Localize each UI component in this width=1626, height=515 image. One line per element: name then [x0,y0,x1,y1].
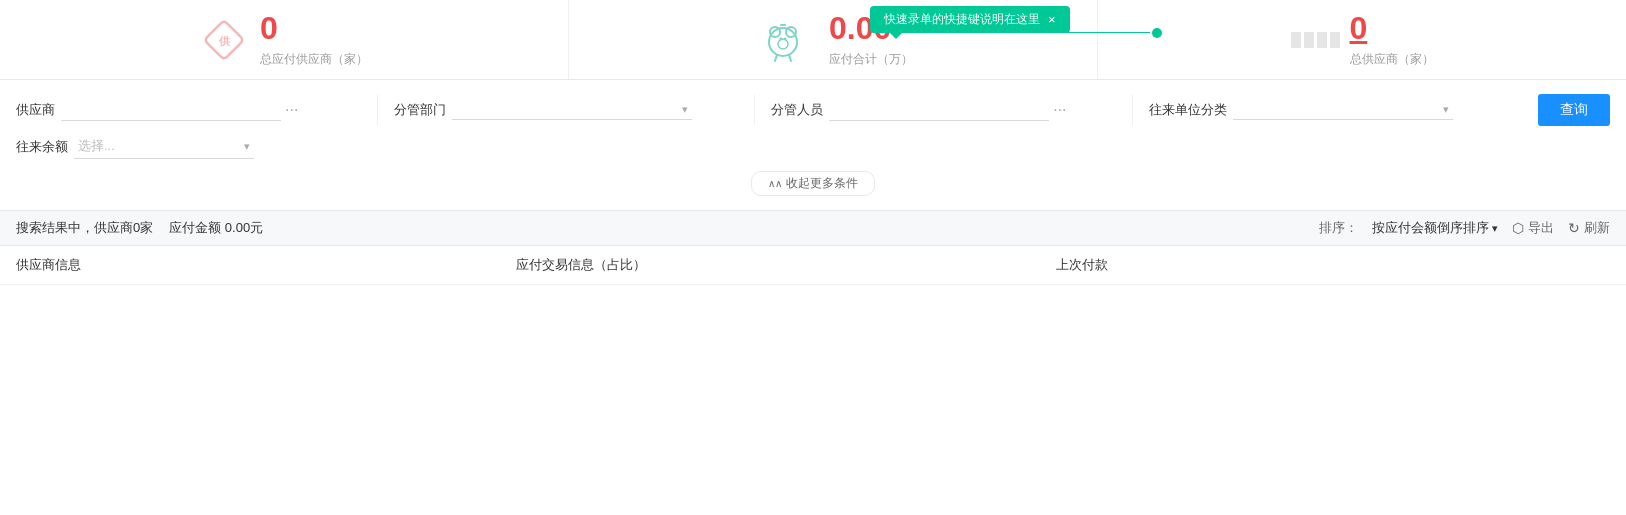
person-dots-btn[interactable]: ··· [1053,101,1066,119]
collapse-button[interactable]: ∧∧ 收起更多条件 [751,171,875,196]
stat-suppliers-number: 0 [1350,11,1434,46]
filter-balance: 往来余额 选择... ▾ [16,134,336,159]
result-amount: 应付金额 0.00元 [169,219,263,237]
unit-select[interactable]: ▾ [1233,100,1453,120]
balance-label: 往来余额 [16,138,68,156]
svg-line-9 [775,55,777,61]
query-button[interactable]: 查询 [1538,94,1610,126]
supplier-dots-btn[interactable]: ··· [285,101,298,119]
svg-line-10 [789,55,791,61]
tooltip-close-btn[interactable]: × [1048,13,1056,26]
stat-total-label: 应付合计（万） [829,51,913,68]
diamond-logo-icon: 供 [200,16,248,64]
balance-select[interactable]: 选择... ▾ [74,134,254,159]
balance-placeholder: 选择... [78,137,244,155]
svg-point-7 [784,37,787,40]
col-lastpay-header: 上次付款 [1056,256,1610,274]
export-label: 导出 [1528,219,1554,237]
stat-suppliers-label: 总供应商（家） [1350,51,1434,68]
col-transaction-header: 应付交易信息（占比） [516,256,1056,274]
svg-point-4 [786,27,796,37]
filter-row-1: 供应商 ··· 分管部门 ▾ 分管人员 ··· 往来单位分类 ▾ [16,94,1610,126]
svg-text:供: 供 [218,35,231,47]
tooltip-bubble: 快速录单的快捷键说明在这里 × [870,6,1070,33]
collapse-bar: ∧∧ 收起更多条件 [16,167,1610,202]
dept-chevron-icon: ▾ [682,103,688,116]
person-input[interactable] [829,99,1049,121]
sort-select[interactable]: 按应付会额倒序排序 ▾ [1372,219,1498,237]
table-empty-area [0,285,1626,505]
sort-value: 按应付会额倒序排序 [1372,219,1489,237]
refresh-label: 刷新 [1584,219,1610,237]
dept-label: 分管部门 [394,101,446,119]
svg-point-6 [780,37,783,40]
filter-supplier: 供应商 ··· [16,99,361,121]
unit-label: 往来单位分类 [1149,101,1227,119]
stat-total-suppliers: 0 总供应商（家） [1098,0,1626,79]
filter-person: 分管人员 ··· [771,99,1116,121]
svg-point-3 [770,27,780,37]
divider-2 [754,95,755,125]
person-label: 分管人员 [771,101,823,119]
table-header: 供应商信息 应付交易信息（占比） 上次付款 [0,246,1626,285]
top-stats-bar: 供 0 总应付供应商（家） [0,0,1626,80]
divider-1 [377,95,378,125]
refresh-icon: ↻ [1568,220,1580,236]
refresh-button[interactable]: ↻ 刷新 [1568,219,1610,237]
export-button[interactable]: ⬡ 导出 [1512,219,1554,237]
svg-rect-8 [780,24,786,26]
result-bar: 搜索结果中，供应商0家 应付金额 0.00元 排序： 按应付会额倒序排序 ▾ ⬡… [0,211,1626,246]
filter-row-2: 往来余额 选择... ▾ [16,134,1610,159]
result-text: 搜索结果中，供应商0家 [16,219,153,237]
bear-icon [753,10,813,70]
tooltip-text: 快速录单的快捷键说明在这里 [884,11,1040,28]
collapse-up-icon: ∧∧ [768,178,782,189]
filter-unit: 往来单位分类 ▾ [1149,100,1522,120]
unit-chevron-icon: ▾ [1443,103,1449,116]
stat-total-payable: 供 0 总应付供应商（家） [0,0,569,79]
col-supplier-header: 供应商信息 [16,256,516,274]
collapse-label: 收起更多条件 [786,175,858,192]
stat-payable-label: 总应付供应商（家） [260,51,368,68]
divider-3 [1132,95,1133,125]
tooltip-dot [1152,28,1162,38]
filter-dept: 分管部门 ▾ [394,100,739,120]
sort-chevron-icon: ▾ [1492,222,1498,235]
supplier-label: 供应商 [16,101,55,119]
export-icon: ⬡ [1512,220,1524,236]
svg-point-5 [778,39,788,49]
stat-payable-number: 0 [260,11,368,46]
filter-section: 供应商 ··· 分管部门 ▾ 分管人员 ··· 往来单位分类 ▾ [0,80,1626,211]
balance-chevron-icon: ▾ [244,140,250,153]
result-bar-right: 排序： 按应付会额倒序排序 ▾ ⬡ 导出 ↻ 刷新 [1319,219,1610,237]
dept-select[interactable]: ▾ [452,100,692,120]
svg-point-2 [769,28,797,56]
sort-label: 排序： [1319,219,1358,237]
supplier-input[interactable] [61,99,281,121]
